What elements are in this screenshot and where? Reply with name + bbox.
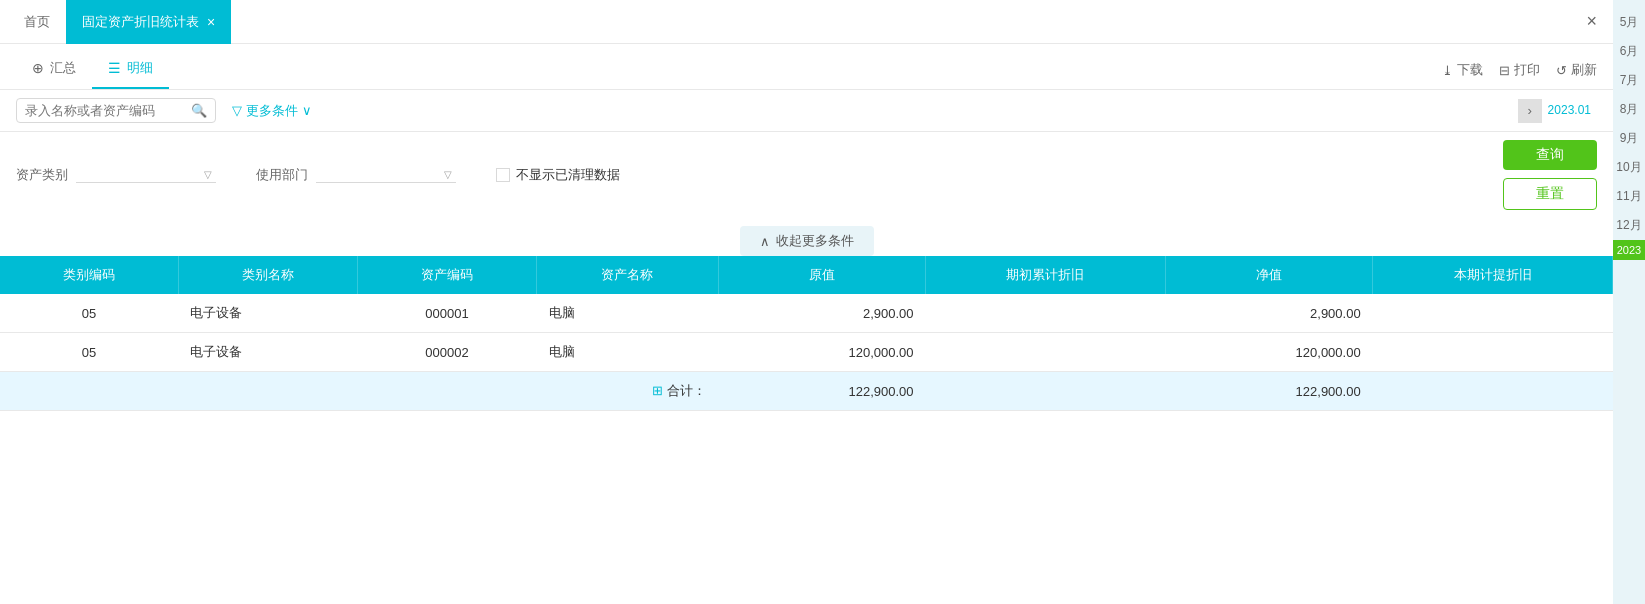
active-tab[interactable]: 固定资产折旧统计表 × bbox=[66, 0, 231, 44]
table-row: 05 电子设备 000001 电脑 2,900.00 2,900.00 bbox=[0, 294, 1613, 333]
department-arrow-icon: ▽ bbox=[444, 169, 452, 180]
sidebar-month-item[interactable]: 6月 bbox=[1612, 37, 1645, 66]
hide-cleared-field: 不显示已清理数据 bbox=[496, 166, 620, 184]
data-table: 类别编码 类别名称 资产编码 资产名称 原值 期初累计折旧 净值 本期计提折旧 … bbox=[0, 256, 1613, 411]
download-icon: ⤓ bbox=[1442, 63, 1453, 78]
cell-current-depreciation bbox=[1373, 333, 1613, 372]
tab-title: 固定资产折旧统计表 bbox=[82, 13, 199, 31]
filter-label: 更多条件 bbox=[246, 102, 298, 120]
total-icon: ⊞ bbox=[652, 383, 663, 398]
cell-accumulated-depreciation bbox=[926, 294, 1166, 333]
search-box: 🔍 bbox=[16, 98, 216, 123]
search-icon[interactable]: 🔍 bbox=[191, 103, 207, 118]
total-label-cell bbox=[0, 372, 537, 411]
cell-asset-name: 电脑 bbox=[537, 294, 719, 333]
tab-summary[interactable]: ⊕ 汇总 bbox=[16, 59, 92, 89]
detail-icon: ☰ bbox=[108, 60, 121, 76]
top-nav: 首页 固定资产折旧统计表 × × bbox=[0, 0, 1613, 44]
cell-asset-code: 000002 bbox=[357, 333, 536, 372]
filter-icon: ▽ bbox=[232, 103, 242, 118]
col-net-value: 净值 bbox=[1165, 256, 1372, 294]
collapse-label: 收起更多条件 bbox=[776, 232, 854, 250]
year-badge[interactable]: 2023 bbox=[1613, 240, 1645, 260]
sidebar-month-item[interactable]: 7月 bbox=[1612, 66, 1645, 95]
sidebar-month-item[interactable]: 8月 bbox=[1612, 95, 1645, 124]
filter-row: 资产类别 ▽ 使用部门 ▽ 不显示已清理数据 查询 重置 bbox=[0, 132, 1613, 210]
search-toolbar: 🔍 ▽ 更多条件 ∨ › 2023.01 bbox=[0, 90, 1613, 132]
more-filter-btn[interactable]: ▽ 更多条件 ∨ bbox=[232, 102, 312, 120]
asset-type-select[interactable]: ▽ bbox=[76, 167, 216, 183]
total-label: ⊞合计： bbox=[537, 372, 719, 411]
filter-arrow-icon: ∨ bbox=[302, 103, 312, 118]
sidebar-month-item[interactable]: 12月 bbox=[1612, 211, 1645, 240]
table-header-row: 类别编码 类别名称 资产编码 资产名称 原值 期初累计折旧 净值 本期计提折旧 bbox=[0, 256, 1613, 294]
total-original-value: 122,900.00 bbox=[718, 372, 925, 411]
cell-category-code: 05 bbox=[0, 294, 178, 333]
col-accumulated-depreciation: 期初累计折旧 bbox=[926, 256, 1166, 294]
tab-detail-label: 明细 bbox=[127, 59, 153, 77]
cell-category-name: 电子设备 bbox=[178, 294, 357, 333]
cell-asset-code: 000001 bbox=[357, 294, 536, 333]
cell-net-value: 120,000.00 bbox=[1165, 333, 1372, 372]
print-label: 打印 bbox=[1514, 61, 1540, 79]
total-current bbox=[1373, 372, 1613, 411]
print-icon: ⊟ bbox=[1499, 63, 1510, 78]
collapse-icon: ∧ bbox=[760, 234, 770, 249]
summary-icon: ⊕ bbox=[32, 60, 44, 76]
right-sidebar: 5月6月7月8月9月10月11月12月 2023 bbox=[1613, 0, 1645, 604]
print-btn[interactable]: ⊟ 打印 bbox=[1499, 61, 1540, 79]
window-close-btn[interactable]: × bbox=[1586, 11, 1597, 32]
col-category-name: 类别名称 bbox=[178, 256, 357, 294]
download-btn[interactable]: ⤓ 下载 bbox=[1442, 61, 1483, 79]
asset-type-arrow-icon: ▽ bbox=[204, 169, 212, 180]
cell-accumulated-depreciation bbox=[926, 333, 1166, 372]
reset-btn[interactable]: 重置 bbox=[1503, 178, 1597, 210]
collapse-btn[interactable]: ∧ 收起更多条件 bbox=[740, 226, 874, 256]
asset-type-field: 资产类别 ▽ bbox=[16, 166, 216, 184]
refresh-icon: ↺ bbox=[1556, 63, 1567, 78]
col-category-code: 类别编码 bbox=[0, 256, 178, 294]
department-label: 使用部门 bbox=[256, 166, 308, 184]
sidebar-month-item[interactable]: 9月 bbox=[1612, 124, 1645, 153]
total-row: ⊞合计： 122,900.00 122,900.00 bbox=[0, 372, 1613, 411]
col-current-depreciation: 本期计提折旧 bbox=[1373, 256, 1613, 294]
cell-category-code: 05 bbox=[0, 333, 178, 372]
cell-current-depreciation bbox=[1373, 294, 1613, 333]
collapse-row: ∧ 收起更多条件 bbox=[0, 210, 1613, 256]
cell-asset-name: 电脑 bbox=[537, 333, 719, 372]
content-container: ⊕ 汇总 ☰ 明细 ⤓ 下载 ⊟ 打印 ↺ 刷新 bbox=[0, 44, 1613, 604]
col-original-value: 原值 bbox=[718, 256, 925, 294]
cell-original-value: 120,000.00 bbox=[718, 333, 925, 372]
sidebar-month-item[interactable]: 10月 bbox=[1612, 153, 1645, 182]
col-asset-code: 资产编码 bbox=[357, 256, 536, 294]
hide-cleared-checkbox[interactable] bbox=[496, 168, 510, 182]
hide-cleared-label: 不显示已清理数据 bbox=[516, 166, 620, 184]
total-accumulated bbox=[926, 372, 1166, 411]
table-row: 05 电子设备 000002 电脑 120,000.00 120,000.00 bbox=[0, 333, 1613, 372]
tab-detail[interactable]: ☰ 明细 bbox=[92, 59, 169, 89]
tab-bar: ⊕ 汇总 ☰ 明细 ⤓ 下载 ⊟ 打印 ↺ 刷新 bbox=[0, 44, 1613, 90]
refresh-btn[interactable]: ↺ 刷新 bbox=[1556, 61, 1597, 79]
download-label: 下载 bbox=[1457, 61, 1483, 79]
asset-type-label: 资产类别 bbox=[16, 166, 68, 184]
sidebar-month-item[interactable]: 5月 bbox=[1612, 8, 1645, 37]
cell-category-name: 电子设备 bbox=[178, 333, 357, 372]
sidebar-month-item[interactable]: 11月 bbox=[1612, 182, 1645, 211]
home-nav[interactable]: 首页 bbox=[16, 13, 58, 31]
date-display: 2023.01 bbox=[1542, 99, 1597, 123]
total-net-value: 122,900.00 bbox=[1165, 372, 1372, 411]
refresh-label: 刷新 bbox=[1571, 61, 1597, 79]
department-field: 使用部门 ▽ bbox=[256, 166, 456, 184]
tab-close-btn[interactable]: × bbox=[207, 14, 215, 30]
col-asset-name: 资产名称 bbox=[537, 256, 719, 294]
data-table-container: 类别编码 类别名称 资产编码 资产名称 原值 期初累计折旧 净值 本期计提折旧 … bbox=[0, 256, 1613, 604]
expand-panel-btn[interactable]: › bbox=[1518, 99, 1542, 123]
cell-net-value: 2,900.00 bbox=[1165, 294, 1372, 333]
tab-summary-label: 汇总 bbox=[50, 59, 76, 77]
search-input[interactable] bbox=[25, 103, 185, 118]
department-select[interactable]: ▽ bbox=[316, 167, 456, 183]
query-btn[interactable]: 查询 bbox=[1503, 140, 1597, 170]
cell-original-value: 2,900.00 bbox=[718, 294, 925, 333]
